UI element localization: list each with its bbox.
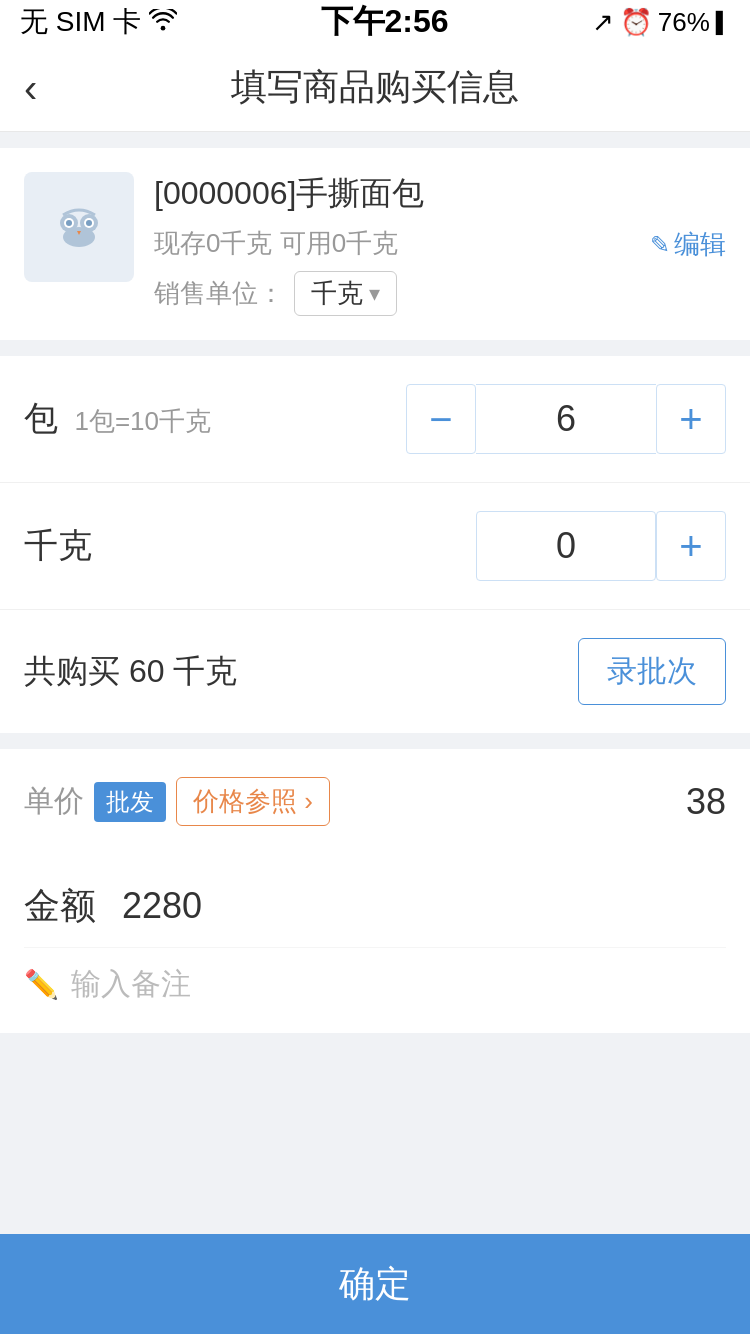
battery-icon: ▌ bbox=[716, 11, 730, 34]
svg-point-6 bbox=[63, 227, 95, 247]
edit-button[interactable]: ✎ 编辑 bbox=[650, 227, 726, 262]
price-section: 单价 批发 价格参照 › 38 bbox=[0, 749, 750, 854]
amount-label: 金额 bbox=[24, 885, 96, 926]
unit-label: 销售单位： bbox=[154, 276, 284, 311]
bao-label: 包 bbox=[24, 399, 58, 437]
product-thumbnail bbox=[24, 172, 134, 282]
edit-label: 编辑 bbox=[674, 227, 726, 262]
pencil-icon: ✏️ bbox=[24, 968, 59, 1001]
unit-value: 千克 bbox=[311, 276, 363, 311]
remark-placeholder: 输入备注 bbox=[71, 964, 191, 1005]
total-row: 共购买 60 千克 录批次 bbox=[0, 610, 750, 733]
product-name: [0000006]手撕面包 bbox=[154, 172, 726, 216]
bao-quantity-control: − + bbox=[406, 384, 726, 454]
confirm-button[interactable]: 确定 bbox=[0, 1234, 750, 1334]
price-reference-button[interactable]: 价格参照 › bbox=[176, 777, 330, 826]
edit-icon: ✎ bbox=[650, 230, 670, 258]
status-left: 无 SIM 卡 bbox=[20, 3, 177, 41]
bao-sub: 1包=10千克 bbox=[74, 406, 211, 436]
location-icon: ↗ bbox=[592, 7, 614, 38]
price-ref-label: 价格参照 › bbox=[193, 784, 313, 819]
kg-quantity-control: + bbox=[476, 511, 726, 581]
quantity-row-bao: 包 1包=10千克 − + bbox=[0, 356, 750, 483]
product-info: [0000006]手撕面包 现存0千克 可用0千克 销售单位： 千克 ▾ bbox=[154, 172, 726, 316]
amount-section: 金额 2280 ✏️ 输入备注 bbox=[0, 854, 750, 1033]
kg-quantity-input[interactable] bbox=[476, 511, 656, 581]
time-display: 下午2:56 bbox=[321, 0, 449, 44]
price-label-group: 单价 批发 价格参照 › bbox=[24, 777, 330, 826]
back-button[interactable]: ‹ bbox=[24, 68, 37, 108]
price-value: 38 bbox=[686, 781, 726, 823]
product-stock: 现存0千克 可用0千克 bbox=[154, 226, 726, 261]
bao-label-group: 包 1包=10千克 bbox=[24, 396, 211, 442]
bao-quantity-input[interactable] bbox=[476, 384, 656, 454]
price-label: 单价 bbox=[24, 781, 84, 822]
svg-point-5 bbox=[86, 220, 92, 226]
nav-bar: ‹ 填写商品购买信息 bbox=[0, 44, 750, 132]
batch-button[interactable]: 录批次 bbox=[578, 638, 726, 705]
kg-label: 千克 bbox=[24, 523, 92, 569]
page-title: 填写商品购买信息 bbox=[231, 63, 519, 112]
remark-row[interactable]: ✏️ 输入备注 bbox=[24, 947, 726, 1033]
battery-text: 76% bbox=[658, 7, 710, 38]
total-text: 共购买 60 千克 bbox=[24, 650, 237, 694]
amount-display: 金额 2280 bbox=[24, 882, 726, 931]
product-card: [0000006]手撕面包 现存0千克 可用0千克 销售单位： 千克 ▾ ✎ 编… bbox=[0, 148, 750, 340]
unit-selector[interactable]: 千克 ▾ bbox=[294, 271, 397, 316]
price-badge: 批发 bbox=[94, 782, 166, 822]
wifi-icon bbox=[149, 6, 177, 38]
bao-decrease-button[interactable]: − bbox=[406, 384, 476, 454]
carrier-text: 无 SIM 卡 bbox=[20, 3, 141, 41]
svg-point-4 bbox=[66, 220, 72, 226]
product-unit-row: 销售单位： 千克 ▾ bbox=[154, 271, 726, 316]
quantity-section: 包 1包=10千克 − + 千克 + 共购买 60 千克 录批次 bbox=[0, 356, 750, 733]
amount-value: 2280 bbox=[122, 885, 202, 926]
bao-increase-button[interactable]: + bbox=[656, 384, 726, 454]
kg-increase-button[interactable]: + bbox=[656, 511, 726, 581]
dropdown-icon: ▾ bbox=[369, 281, 380, 307]
status-right: ↗ ⏰ 76% ▌ bbox=[592, 7, 730, 38]
quantity-row-kg: 千克 + bbox=[0, 483, 750, 610]
alarm-icon: ⏰ bbox=[620, 7, 652, 38]
status-bar: 无 SIM 卡 下午2:56 ↗ ⏰ 76% ▌ bbox=[0, 0, 750, 44]
